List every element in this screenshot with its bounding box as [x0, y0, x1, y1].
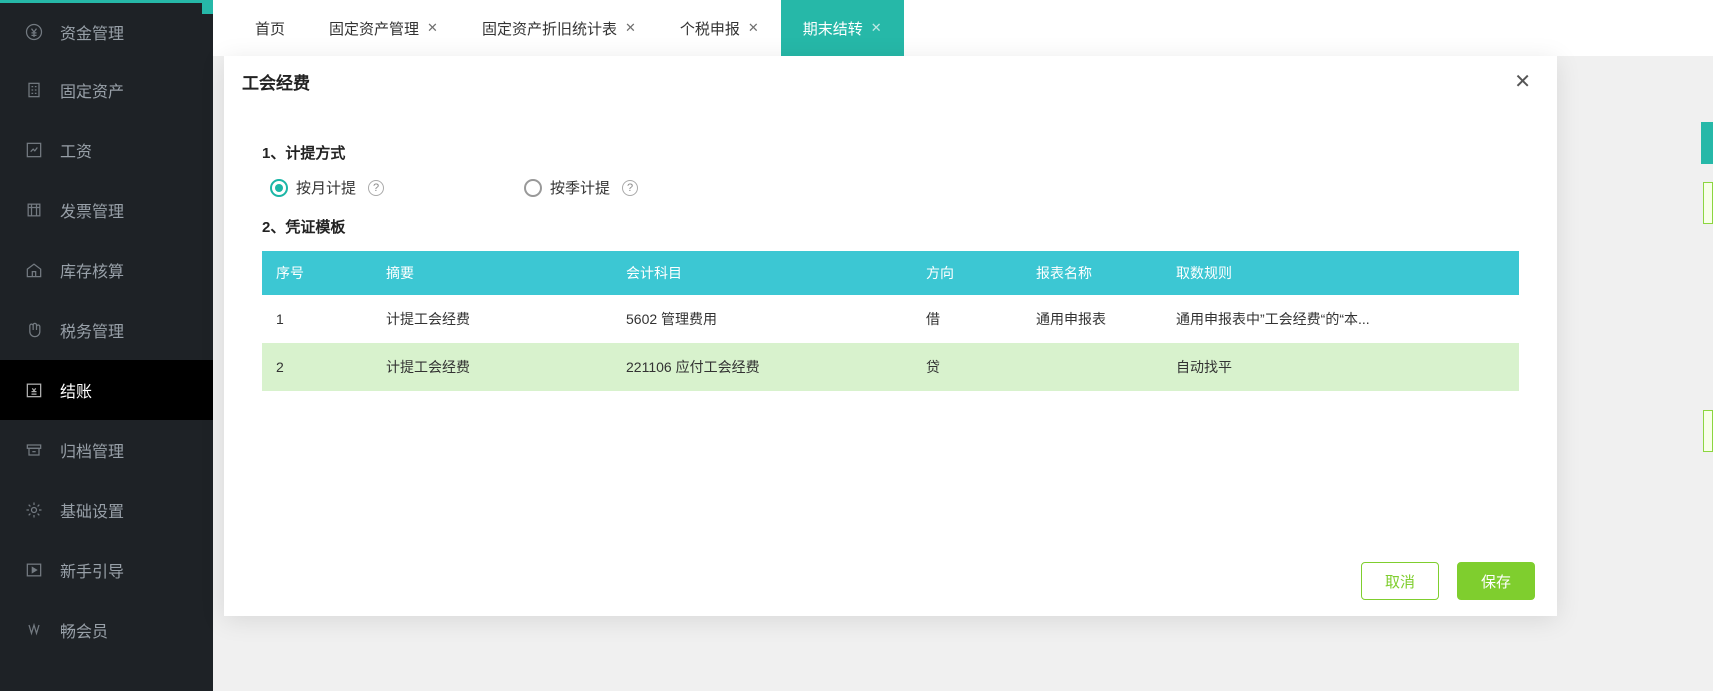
sidebar-item-label: 资金管理 [60, 20, 124, 44]
cell-account: 5602 管理费用 [612, 295, 912, 343]
close-icon[interactable]: ✕ [1508, 65, 1537, 98]
section-voucher-template: 2、凭证模板 [262, 216, 1519, 237]
play-tile-icon [24, 560, 44, 580]
tab-fixed-asset-mgmt[interactable]: 固定资产管理 ✕ [307, 0, 460, 56]
cny-circle-icon [24, 22, 44, 42]
sidebar-item-guide[interactable]: 新手引导 [0, 540, 213, 600]
close-icon[interactable]: ✕ [625, 20, 636, 36]
sidebar-item-salary[interactable]: 工资 [0, 120, 213, 180]
cell-rule: 通用申报表中”工会经费“的“本... [1162, 295, 1519, 343]
radio-quarterly[interactable]: 按季计提 ? [524, 177, 638, 198]
help-icon[interactable]: ? [368, 180, 384, 196]
tab-label: 固定资产管理 [329, 18, 419, 39]
button-label: 保存 [1481, 571, 1511, 592]
save-button[interactable]: 保存 [1457, 562, 1535, 600]
sidebar-item-label: 新手引导 [60, 558, 124, 582]
sidebar-item-fixed-assets[interactable]: 固定资产 [0, 60, 213, 120]
tab-period-close[interactable]: 期末结转 ✕ [781, 0, 904, 56]
sidebar-item-label: 税务管理 [60, 318, 124, 342]
sidebar-item-label: 基础设置 [60, 498, 124, 522]
radio-monthly[interactable]: 按月计提 ? [270, 177, 384, 198]
sidebar-item-label: 发票管理 [60, 198, 124, 222]
house-icon [24, 260, 44, 280]
th-seq: 序号 [262, 251, 372, 295]
tab-label: 首页 [255, 18, 285, 39]
archive-icon [24, 440, 44, 460]
background-fragment [1703, 410, 1713, 452]
sidebar: 资金管理 固定资产 工资 发票管理 库存核算 税务管理 结账 归档管理 基础设置… [0, 0, 213, 691]
radio-icon [270, 179, 288, 197]
union-funds-modal: 工会经费 ✕ 1、计提方式 按月计提 ? 按季计提 ? 2、凭证模板 [224, 56, 1557, 616]
modal-footer: 取消 保存 [224, 546, 1557, 616]
sidebar-indicator [202, 0, 213, 14]
tab-label: 固定资产折旧统计表 [482, 18, 617, 39]
cell-direction: 贷 [912, 343, 1022, 391]
cell-report: 通用申报表 [1022, 295, 1162, 343]
tab-label: 期末结转 [803, 18, 863, 39]
sidebar-item-closing[interactable]: 结账 [0, 360, 213, 420]
close-icon[interactable]: ✕ [871, 20, 882, 36]
accrual-method-radio-group: 按月计提 ? 按季计提 ? [270, 177, 1519, 198]
receipt-icon [24, 200, 44, 220]
th-direction: 方向 [912, 251, 1022, 295]
tab-depreciation-report[interactable]: 固定资产折旧统计表 ✕ [460, 0, 658, 56]
button-label: 取消 [1385, 571, 1415, 592]
cell-account: 221106 应付工会经费 [612, 343, 912, 391]
tab-personal-tax[interactable]: 个税申报 ✕ [658, 0, 781, 56]
table-row[interactable]: 1 计提工会经费 5602 管理费用 借 通用申报表 通用申报表中”工会经费“的… [262, 295, 1519, 343]
calendar-cny-icon [24, 380, 44, 400]
gear-icon [24, 500, 44, 520]
sidebar-item-label: 库存核算 [60, 258, 124, 282]
cell-rule: 自动找平 [1162, 343, 1519, 391]
cell-seq: 1 [262, 295, 372, 343]
table-header-row: 序号 摘要 会计科目 方向 报表名称 取数规则 [262, 251, 1519, 295]
radio-label: 按季计提 [550, 177, 610, 198]
th-rule: 取数规则 [1162, 251, 1519, 295]
sidebar-item-vip[interactable]: 畅会员 [0, 600, 213, 660]
hand-icon [24, 320, 44, 340]
sidebar-item-label: 结账 [60, 378, 92, 402]
sidebar-item-label: 工资 [60, 138, 92, 162]
chart-icon [24, 140, 44, 160]
close-icon[interactable]: ✕ [748, 20, 759, 36]
tab-home[interactable]: 首页 [233, 0, 307, 56]
cancel-button[interactable]: 取消 [1361, 562, 1439, 600]
tab-label: 个税申报 [680, 18, 740, 39]
background-fragment [1703, 182, 1713, 224]
th-summary: 摘要 [372, 251, 612, 295]
sidebar-item-inventory[interactable]: 库存核算 [0, 240, 213, 300]
vip-icon [24, 620, 44, 640]
sidebar-item-funds[interactable]: 资金管理 [0, 0, 213, 60]
table-row[interactable]: 2 计提工会经费 221106 应付工会经费 贷 自动找平 [262, 343, 1519, 391]
radio-label: 按月计提 [296, 177, 356, 198]
help-icon[interactable]: ? [622, 180, 638, 196]
cell-report [1022, 343, 1162, 391]
sidebar-item-tax[interactable]: 税务管理 [0, 300, 213, 360]
th-report: 报表名称 [1022, 251, 1162, 295]
tab-bar: 首页 固定资产管理 ✕ 固定资产折旧统计表 ✕ 个税申报 ✕ 期末结转 ✕ [213, 0, 1713, 56]
modal-body: 1、计提方式 按月计提 ? 按季计提 ? 2、凭证模板 序号 摘要 [224, 108, 1557, 546]
close-icon[interactable]: ✕ [427, 20, 438, 36]
sidebar-item-invoice[interactable]: 发票管理 [0, 180, 213, 240]
background-fragment [1701, 122, 1713, 164]
modal-title: 工会经费 [242, 69, 310, 94]
sidebar-item-label: 归档管理 [60, 438, 124, 462]
sidebar-item-settings[interactable]: 基础设置 [0, 480, 213, 540]
cell-direction: 借 [912, 295, 1022, 343]
sidebar-item-archive[interactable]: 归档管理 [0, 420, 213, 480]
cell-summary: 计提工会经费 [372, 295, 612, 343]
sidebar-item-label: 固定资产 [60, 78, 124, 102]
voucher-template-table: 序号 摘要 会计科目 方向 报表名称 取数规则 1 计提工会经费 5602 管理… [262, 251, 1519, 391]
cell-summary: 计提工会经费 [372, 343, 612, 391]
modal-header: 工会经费 ✕ [224, 56, 1557, 108]
building-icon [24, 80, 44, 100]
sidebar-item-label: 畅会员 [60, 618, 108, 642]
th-account: 会计科目 [612, 251, 912, 295]
section-accrual-method: 1、计提方式 [262, 142, 1519, 163]
cell-seq: 2 [262, 343, 372, 391]
radio-icon [524, 179, 542, 197]
